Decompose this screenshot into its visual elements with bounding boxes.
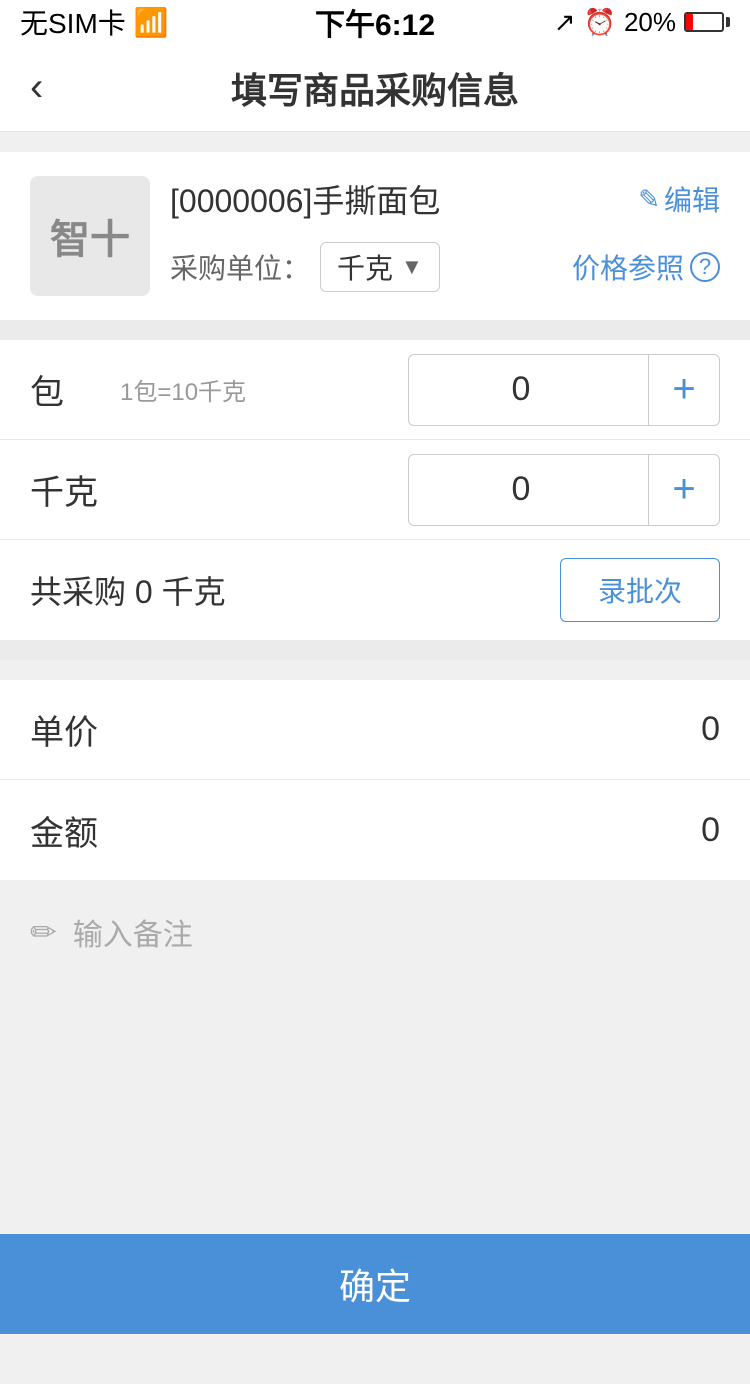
bag-label: 包: [30, 365, 110, 414]
page-title: 填写商品采购信息: [231, 62, 519, 114]
status-right: ↗ ⏰ 20%: [554, 7, 730, 38]
product-info: [0000006]手撕面包 ✎ 编辑 采购单位： 千克 ▼ 价格参照 ?: [170, 176, 720, 292]
kg-label: 千克: [30, 465, 110, 514]
kg-plus-button[interactable]: +: [648, 454, 720, 526]
divider-1: [0, 320, 750, 340]
unit-value: 千克: [337, 247, 393, 287]
status-left: 无SIM卡 📶: [20, 2, 169, 42]
notes-placeholder: 输入备注: [73, 910, 193, 954]
nav-bar: ‹ 填写商品采购信息: [0, 44, 750, 132]
wifi-icon: 📶: [134, 6, 169, 39]
unit-price-label: 单价: [30, 705, 98, 754]
amount-label: 金额: [30, 806, 98, 855]
battery-icon: [684, 12, 730, 32]
summary-unit-label: 千克: [162, 574, 226, 610]
edit-button[interactable]: ✎ 编辑: [638, 179, 720, 219]
back-button[interactable]: ‹: [30, 65, 43, 110]
kg-quantity-input[interactable]: [408, 454, 648, 526]
product-thumbnail: 智十: [30, 176, 150, 296]
bag-input-row: 包 1包=10千克 +: [0, 340, 750, 440]
price-section: 单价 0 金额 0: [0, 680, 750, 880]
bag-plus-button[interactable]: +: [648, 354, 720, 426]
amount-row: 金额 0: [0, 780, 750, 880]
summary-row: 共采购 0 千克 录批次: [0, 540, 750, 640]
kg-input-group: +: [408, 454, 720, 526]
price-reference-button[interactable]: 价格参照 ?: [572, 247, 720, 287]
location-icon: ↗: [554, 7, 576, 38]
help-icon: ?: [690, 252, 720, 282]
status-bar: 无SIM卡 📶 下午6:12 ↗ ⏰ 20%: [0, 0, 750, 44]
bag-input-group: +: [408, 354, 720, 426]
product-logo: 智十: [50, 207, 130, 265]
alarm-icon: ⏰: [584, 7, 616, 38]
confirm-button[interactable]: 确定: [0, 1234, 750, 1334]
time-display: 下午6:12: [315, 0, 435, 44]
unit-price-row: 单价 0: [0, 680, 750, 780]
amount-value: 0: [701, 811, 720, 850]
edit-label: 编辑: [664, 179, 720, 219]
input-section: 包 1包=10千克 + 千克 + 共采购 0 千克: [0, 340, 750, 640]
unit-label: 采购单位：: [170, 247, 310, 287]
kg-input-row: 千克 +: [0, 440, 750, 540]
bag-sublabel: 1包=10千克: [120, 372, 408, 407]
pencil-icon: ✏: [30, 913, 57, 951]
battery-text: 20%: [624, 7, 676, 38]
summary-quantity-value: 0: [135, 574, 153, 610]
summary-text: 共采购 0 千克: [30, 567, 226, 613]
bag-quantity-input[interactable]: [408, 354, 648, 426]
price-ref-label: 价格参照: [572, 247, 684, 287]
carrier-text: 无SIM卡: [20, 2, 126, 42]
unit-dropdown-arrow: ▼: [401, 254, 423, 280]
unit-price-value: 0: [701, 710, 720, 749]
batch-button[interactable]: 录批次: [560, 558, 720, 622]
product-name: [0000006]手撕面包: [170, 176, 440, 222]
notes-section[interactable]: ✏ 输入备注: [0, 880, 750, 984]
summary-prefix: 共采购: [30, 574, 126, 610]
edit-icon: ✎: [638, 184, 660, 215]
product-card: 智十 [0000006]手撕面包 ✎ 编辑 采购单位： 千克 ▼: [0, 152, 750, 320]
divider-2: [0, 640, 750, 660]
unit-select[interactable]: 千克 ▼: [320, 242, 440, 292]
